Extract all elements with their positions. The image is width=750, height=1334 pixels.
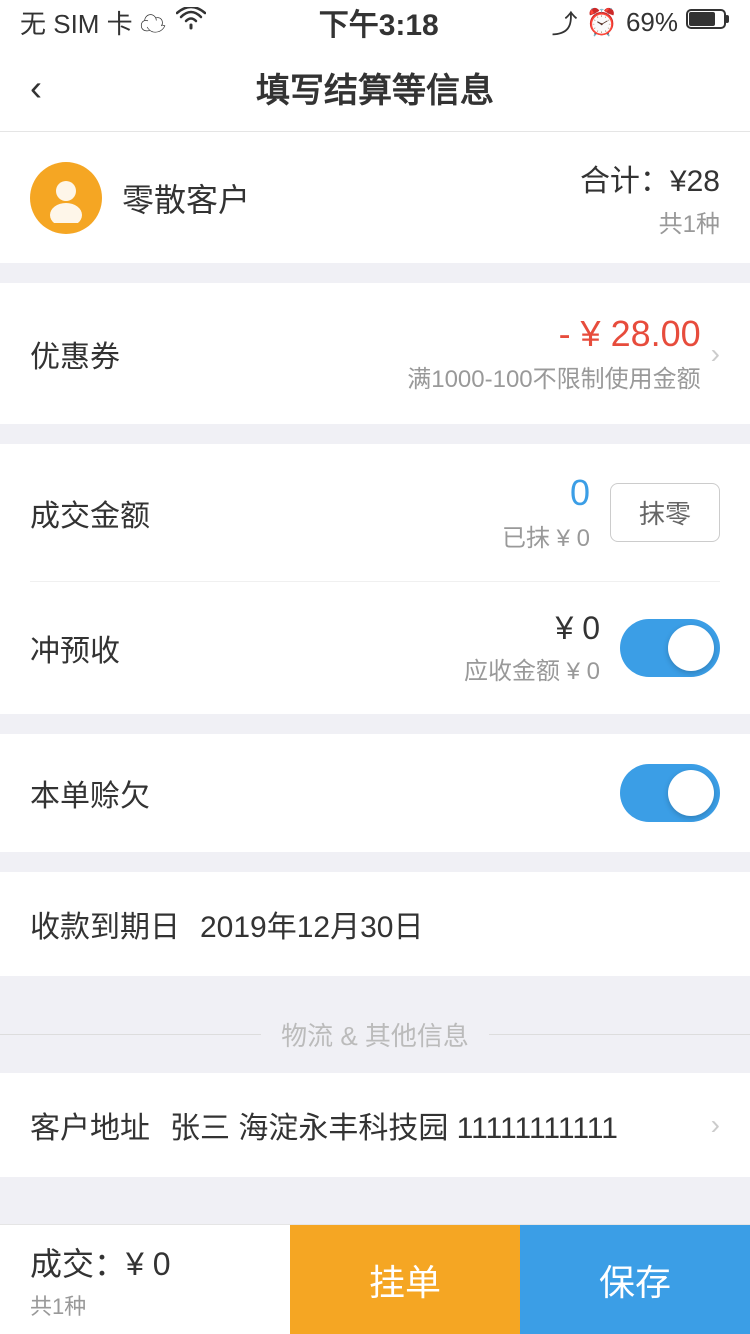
nav-title: 填写结算等信息 xyxy=(256,63,494,112)
deal-section: 成交金额 0 已抹 ¥ 0 抹零 冲预收 ¥ 0 应收金额 ¥ 0 xyxy=(0,444,750,714)
total-amount: 合计：¥28 xyxy=(580,156,720,200)
alarm-icon: ⏰ xyxy=(586,7,618,38)
wifi-icon xyxy=(176,7,206,38)
prepay-toggle[interactable] xyxy=(620,619,720,677)
chevron-right-icon: › xyxy=(711,338,720,370)
bottom-bar: 成交：¥ 0 共1种 挂单 保存 xyxy=(0,1224,750,1334)
logistics-divider: 物流 & 其他信息 xyxy=(0,996,750,1073)
debt-toggle[interactable] xyxy=(620,764,720,822)
deal-amount-sub: 已抹 ¥ 0 xyxy=(502,518,590,553)
prepay-values: ¥ 0 应收金额 ¥ 0 xyxy=(464,610,600,686)
status-left: 无 SIM 卡 ☁ xyxy=(20,4,206,41)
total-count: 共1种 xyxy=(580,204,720,239)
logistics-label: 物流 & 其他信息 xyxy=(281,1016,469,1053)
chevron-right-icon: › xyxy=(711,1109,720,1141)
save-button[interactable]: 保存 xyxy=(520,1225,750,1334)
logistics-divider-section: 物流 & 其他信息 xyxy=(0,996,750,1073)
divider-line-right xyxy=(489,1034,750,1035)
customer-row: 零散客户 合计：¥28 共1种 xyxy=(0,132,750,263)
deal-amount-values: 0 已抹 ¥ 0 xyxy=(502,472,590,553)
coupon-row[interactable]: 优惠券 - ¥ 28.00 满1000-100不限制使用金额 › xyxy=(0,283,750,424)
sim-label: 无 SIM 卡 ☁ xyxy=(20,4,166,41)
divider-line-left xyxy=(0,1034,261,1035)
deal-amount-row: 成交金额 0 已抹 ¥ 0 抹零 xyxy=(30,444,720,582)
due-date-section: 收款到期日 2019年12月30日 xyxy=(0,872,750,976)
hang-button[interactable]: 挂单 xyxy=(290,1225,520,1334)
bottom-deal-label: 成交：¥ 0 xyxy=(30,1239,260,1285)
deal-amount-right: 0 已抹 ¥ 0 抹零 xyxy=(502,472,720,553)
deal-amount-label: 成交金额 xyxy=(30,491,150,535)
address-label: 客户地址 xyxy=(30,1103,150,1147)
deal-amount-value: 0 xyxy=(502,472,590,514)
location-icon: ⤴ xyxy=(552,4,578,41)
battery-icon xyxy=(686,7,730,38)
prepay-amount: ¥ 0 xyxy=(464,610,600,647)
avatar xyxy=(30,162,102,234)
due-date-value: 2019年12月30日 xyxy=(200,902,423,946)
customer-name: 零散客户 xyxy=(122,175,250,221)
coupon-right: - ¥ 28.00 满1000-100不限制使用金额 › xyxy=(407,313,720,394)
coupon-description: 满1000-100不限制使用金额 xyxy=(407,359,700,394)
due-date-row: 收款到期日 2019年12月30日 xyxy=(30,902,720,946)
prepay-row: 冲预收 ¥ 0 应收金额 ¥ 0 xyxy=(30,582,720,714)
bottom-deal-value: ¥ 0 xyxy=(126,1246,170,1282)
prepay-sub: 应收金额 ¥ 0 xyxy=(464,651,600,686)
customer-left: 零散客户 xyxy=(30,162,250,234)
status-time: 下午3:18 xyxy=(319,0,439,44)
bottom-info: 成交：¥ 0 共1种 xyxy=(0,1239,290,1321)
status-right: ⤴ ⏰ 69% xyxy=(552,4,730,41)
coupon-discount: - ¥ 28.00 xyxy=(407,313,700,355)
coupon-label: 优惠券 xyxy=(30,332,120,376)
address-value: 张三 海淀永丰科技园 11111111111 xyxy=(170,1103,618,1147)
prepay-label: 冲预收 xyxy=(30,626,120,670)
address-section[interactable]: 客户地址 张三 海淀永丰科技园 11111111111 › xyxy=(0,1073,750,1177)
customer-total: 合计：¥28 共1种 xyxy=(580,156,720,239)
battery-percent: 69% xyxy=(626,7,678,38)
back-button[interactable]: ‹ xyxy=(30,67,42,109)
round-button[interactable]: 抹零 xyxy=(610,483,720,542)
status-bar: 无 SIM 卡 ☁ 下午3:18 ⤴ ⏰ 69% xyxy=(0,0,750,44)
address-left: 客户地址 张三 海淀永丰科技园 11111111111 xyxy=(30,1103,618,1147)
due-date-label: 收款到期日 xyxy=(30,902,180,946)
bottom-count: 共1种 xyxy=(30,1289,260,1321)
debt-label: 本单赊欠 xyxy=(30,771,150,815)
prepay-right: ¥ 0 应收金额 ¥ 0 xyxy=(464,610,720,686)
debt-section: 本单赊欠 xyxy=(0,734,750,852)
nav-bar: ‹ 填写结算等信息 xyxy=(0,44,750,132)
